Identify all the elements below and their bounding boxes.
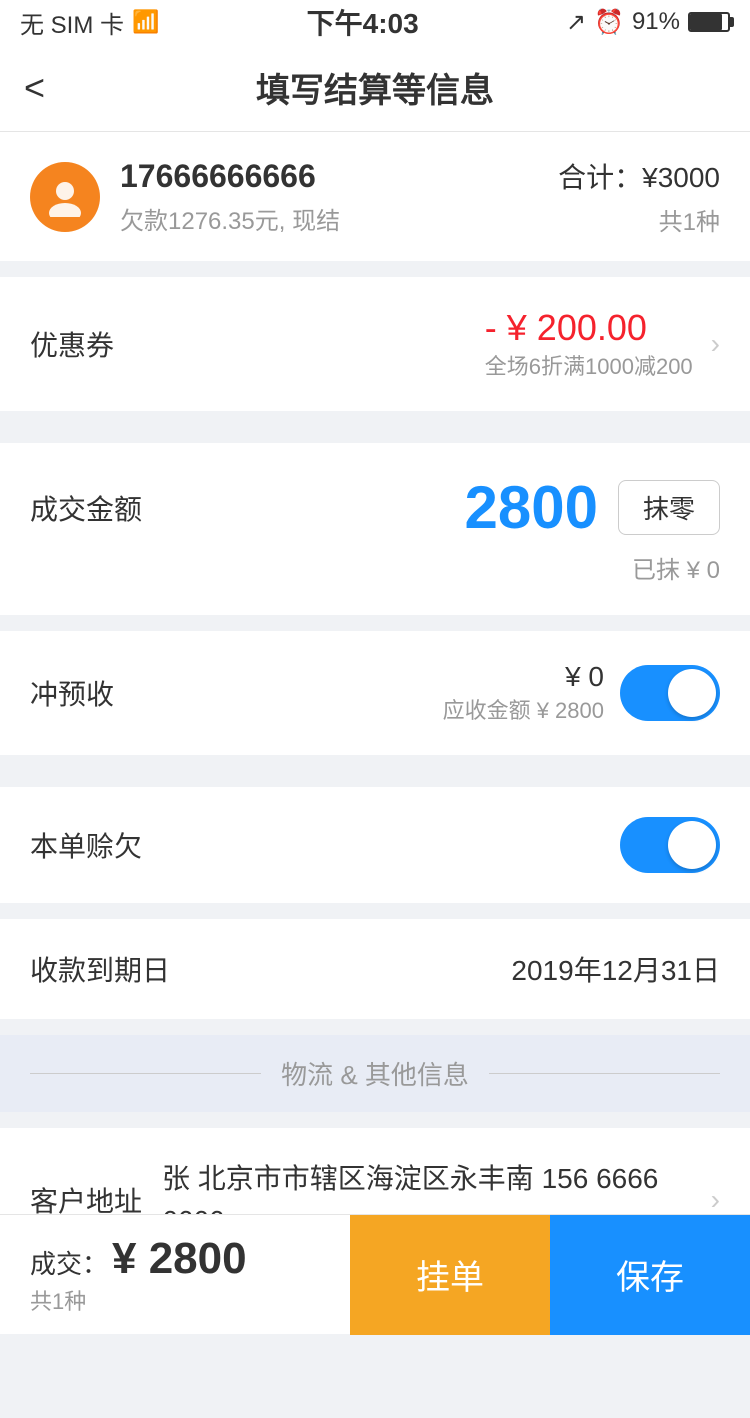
prepay-row: 冲预收 ¥ 0 应收金额 ¥ 2800 (0, 631, 750, 755)
amount-number: 2800 (465, 473, 598, 542)
separator-line-left (30, 1073, 261, 1074)
coupon-info: - ¥ 200.00 全场6折满1000减200 (485, 307, 693, 381)
nav-bar: < 填写结算等信息 (0, 44, 750, 132)
due-date-label: 收款到期日 (30, 949, 170, 989)
status-right: ↗ ⏰ 91% (566, 8, 730, 37)
coupon-right: - ¥ 200.00 全场6折满1000减200 › (485, 307, 720, 381)
prepay-label: 冲预收 (30, 673, 114, 713)
chevron-right-icon: › (711, 328, 720, 360)
prepay-toggle[interactable] (620, 665, 720, 721)
coupon-discount: - ¥ 200.00 (485, 307, 693, 349)
due-date-row: 收款到期日 2019年12月31日 (0, 919, 750, 1019)
status-time: 下午4:03 (307, 2, 419, 42)
back-button[interactable]: < (24, 67, 45, 109)
divider-2 (0, 771, 750, 787)
separator-section: 物流 & 其他信息 (0, 1035, 750, 1112)
coupon-row[interactable]: 优惠券 - ¥ 200.00 全场6折满1000减200 › (0, 277, 750, 411)
alarm-icon: ⏰ (594, 8, 624, 37)
debt-row: 本单赊欠 (0, 787, 750, 903)
prepay-amount: ¥ 0 (443, 661, 604, 693)
battery-bar (688, 12, 730, 32)
battery-fill (690, 14, 722, 30)
user-count: 共1种 (558, 202, 720, 237)
battery-text: 91% (632, 8, 680, 36)
coupon-label: 优惠券 (30, 324, 114, 364)
divider-1 (0, 427, 750, 443)
user-details: 17666666666 欠款1276.35元, 现结 (120, 158, 340, 236)
separator-text: 物流 & 其他信息 (281, 1055, 469, 1092)
save-button[interactable]: 保存 (550, 1215, 750, 1335)
bottom-deal-row: 成交： ¥ 2800 (30, 1234, 320, 1284)
user-total: 合计：¥3000 (558, 156, 720, 196)
user-phone: 17666666666 (120, 158, 340, 195)
wifi-icon: 📶 (132, 9, 159, 35)
due-date-value: 2019年12月31日 (511, 949, 720, 989)
round-button[interactable]: 抹零 (618, 480, 720, 535)
prepay-value: ¥ 0 应收金额 ¥ 2800 (443, 661, 604, 725)
debt-toggle[interactable] (620, 817, 720, 873)
amount-row: 成交金额 2800 抹零 (30, 473, 720, 542)
bottom-info: 成交： ¥ 2800 共1种 (0, 1234, 350, 1316)
user-debt: 欠款1276.35元, 现结 (120, 201, 340, 236)
avatar (30, 162, 100, 232)
user-info-section: 17666666666 欠款1276.35元, 现结 合计：¥3000 共1种 (0, 132, 750, 261)
debt-label: 本单赊欠 (30, 825, 142, 865)
bottom-bar: 成交： ¥ 2800 共1种 挂单 保存 (0, 1214, 750, 1334)
amount-label: 成交金额 (30, 488, 142, 528)
amount-section: 成交金额 2800 抹零 已抹 ¥ 0 (0, 443, 750, 615)
carrier-text: 无 SIM 卡 (20, 5, 124, 40)
address-chevron-icon: › (711, 1184, 720, 1216)
user-left: 17666666666 欠款1276.35元, 现结 (30, 158, 340, 236)
prepay-sub: 应收金额 ¥ 2800 (443, 693, 604, 725)
coupon-desc: 全场6折满1000减200 (485, 349, 693, 381)
amount-value-area: 2800 抹零 (465, 473, 721, 542)
bottom-deal-label: 成交： (30, 1244, 108, 1281)
status-bar: 无 SIM 卡 📶 下午4:03 ↗ ⏰ 91% (0, 0, 750, 44)
amount-sub: 已抹 ¥ 0 (30, 550, 720, 585)
bottom-amount: ¥ 2800 (112, 1234, 247, 1284)
separator-line-right (489, 1073, 720, 1074)
status-left: 无 SIM 卡 📶 (20, 5, 159, 40)
location-icon: ↗ (566, 8, 586, 37)
page-title: 填写结算等信息 (256, 63, 494, 112)
hang-button[interactable]: 挂单 (350, 1215, 550, 1335)
user-right: 合计：¥3000 共1种 (558, 156, 720, 237)
bottom-count: 共1种 (30, 1284, 320, 1316)
prepay-right: ¥ 0 应收金额 ¥ 2800 (443, 661, 720, 725)
